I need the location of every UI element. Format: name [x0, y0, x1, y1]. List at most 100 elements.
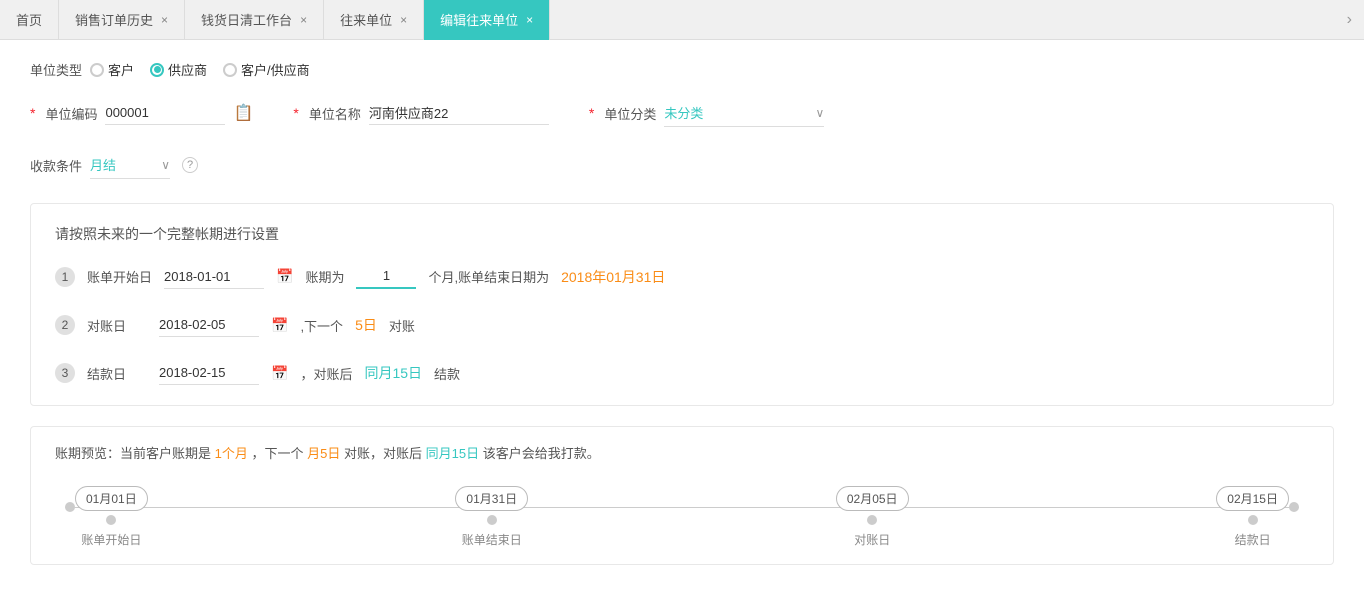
timeline: 01月01日 账单开始日 01月31日 账单结束日 02月05日 对账日 — [55, 486, 1309, 548]
unit-name-label: 单位名称 — [309, 104, 361, 123]
tab-home[interactable]: 首页 — [0, 0, 59, 40]
radio-supplier-label: 供应商 — [168, 60, 207, 79]
preview-suffix: 该客户会给我打款。 — [483, 446, 600, 461]
payment-date-calendar-icon[interactable]: 📅 — [271, 365, 288, 382]
preview-months: 1个月 — [215, 446, 248, 461]
timeline-badge-4: 02月15日 — [1216, 486, 1289, 511]
preview-middle2: 对账，对账后 — [344, 446, 422, 461]
unit-name-star: * — [293, 105, 298, 121]
unit-type-field: 单位类型 客户 供应商 客户/供应商 — [30, 60, 310, 79]
timeline-badge-3: 02月05日 — [836, 486, 909, 511]
timeline-node-1: 01月01日 账单开始日 — [75, 486, 148, 548]
period-label-3: 结款日 — [87, 364, 147, 383]
timeline-label-3: 对账日 — [854, 531, 890, 548]
unit-code-copy-icon[interactable]: 📋 — [233, 103, 253, 123]
timeline-node-3: 02月05日 对账日 — [836, 486, 909, 548]
help-icon[interactable]: ? — [182, 157, 198, 173]
timeline-nodes: 01月01日 账单开始日 01月31日 账单结束日 02月05日 对账日 — [75, 486, 1289, 548]
preview-text: 账期预览：当前客户账期是 1个月 ，下一个 月5日 对账，对账后 同月15日 该… — [55, 443, 1309, 462]
start-date-calendar-icon[interactable]: 📅 — [276, 268, 293, 285]
reconcile-date-calendar-icon[interactable]: 📅 — [271, 317, 288, 334]
close-counterparty[interactable]: × — [400, 13, 407, 27]
end-date-highlight: 2018年01月31日 — [561, 267, 665, 287]
reconcile-day-highlight: 5日 — [355, 315, 377, 335]
tab-bar: 首页 销售订单历史 × 钱货日清工作台 × 往来单位 × 编辑往来单位 × › — [0, 0, 1364, 40]
period-row-num-2: 2 — [55, 315, 75, 335]
unit-info-row: * 单位编码 📋 * 单位名称 * 单位分类 未分类 ∨ — [30, 99, 1334, 127]
unit-type-label: 单位类型 — [30, 60, 82, 79]
timeline-track: 01月01日 账单开始日 01月31日 账单结束日 02月05日 对账日 — [75, 486, 1289, 548]
unit-category-value: 未分类 — [664, 103, 809, 122]
period-label-2: 对账日 — [87, 316, 147, 335]
unit-name-field: * 单位名称 — [293, 101, 548, 125]
unit-category-dropdown[interactable]: 未分类 ∨ — [664, 99, 824, 127]
timeline-node-4: 02月15日 结款日 — [1216, 486, 1289, 548]
timeline-left-dot — [65, 502, 75, 512]
period-row-num-1: 1 — [55, 267, 75, 287]
close-sales-history[interactable]: × — [161, 13, 168, 27]
timeline-badge-2: 01月31日 — [455, 486, 528, 511]
timeline-badge-1: 01月01日 — [75, 486, 148, 511]
radio-group-unit-type: 客户 供应商 客户/供应商 — [90, 60, 310, 79]
timeline-label-4: 结款日 — [1235, 531, 1271, 548]
unit-category-field: * 单位分类 未分类 ∨ — [589, 99, 824, 127]
payment-condition-row: 收款条件 月结 ∨ ? — [30, 151, 1334, 179]
preview-section: 账期预览：当前客户账期是 1个月 ，下一个 月5日 对账，对账后 同月15日 该… — [30, 426, 1334, 565]
close-edit-counterparty[interactable]: × — [526, 13, 533, 27]
unit-category-star: * — [589, 105, 594, 121]
period-row-1: 1 账单开始日 📅 账期为 个月,账单结束日期为 2018年01月31日 — [55, 264, 1309, 289]
payment-condition-value: 月结 — [90, 155, 155, 174]
timeline-right-dot — [1289, 502, 1299, 512]
start-date-input[interactable] — [164, 265, 264, 289]
tab-edit-counterparty[interactable]: 编辑往来单位 × — [424, 0, 550, 40]
preview-middle1: ，下一个 — [252, 446, 304, 461]
preview-reconcile-day: 月5日 — [307, 446, 340, 461]
unit-code-star: * — [30, 105, 35, 121]
radio-customer-label: 客户 — [108, 60, 134, 79]
unit-code-input[interactable] — [105, 101, 225, 125]
timeline-dot-4 — [1248, 515, 1258, 525]
tab-counterparty[interactable]: 往来单位 × — [324, 0, 424, 40]
timeline-label-1: 账单开始日 — [81, 531, 141, 548]
radio-both[interactable]: 客户/供应商 — [223, 60, 310, 79]
period-row-num-3: 3 — [55, 363, 75, 383]
period-desc-middle-1: 个月,账单结束日期为 — [428, 267, 549, 286]
radio-supplier-circle — [150, 63, 164, 77]
chevron-down-icon: ∨ — [816, 106, 825, 120]
period-settings-card: 请按照未来的一个完整帐期进行设置 1 账单开始日 📅 账期为 个月,账单结束日期… — [30, 203, 1334, 406]
payment-day-highlight: 同月15日 — [364, 363, 422, 383]
preview-payment-day: 同月15日 — [426, 446, 479, 461]
main-content: 单位类型 客户 供应商 客户/供应商 * 单位编码 — [0, 40, 1364, 608]
timeline-dot-1 — [106, 515, 116, 525]
payment-desc-2: 结款 — [434, 364, 460, 383]
radio-customer[interactable]: 客户 — [90, 60, 134, 79]
month-count-input[interactable] — [356, 264, 416, 289]
payment-condition-dropdown[interactable]: 月结 ∨ — [90, 151, 170, 179]
tab-more-button[interactable]: › — [1335, 11, 1364, 29]
payment-chevron-icon: ∨ — [161, 158, 170, 172]
tab-cash-work[interactable]: 钱货日清工作台 × — [185, 0, 324, 40]
reconcile-desc-2: 对账 — [389, 316, 415, 335]
period-row-3: 3 结款日 📅 ，对账后 同月15日 结款 — [55, 361, 1309, 385]
reconcile-date-input[interactable] — [159, 313, 259, 337]
period-desc-prefix-1: 账期为 — [305, 267, 344, 286]
radio-supplier[interactable]: 供应商 — [150, 60, 207, 79]
unit-code-label: 单位编码 — [45, 104, 97, 123]
payment-condition-label: 收款条件 — [30, 156, 82, 175]
period-label-1: 账单开始日 — [87, 267, 152, 286]
tab-sales-history[interactable]: 销售订单历史 × — [59, 0, 185, 40]
unit-category-label: 单位分类 — [604, 104, 656, 123]
unit-name-input[interactable] — [369, 101, 549, 125]
payment-date-input[interactable] — [159, 361, 259, 385]
radio-both-label: 客户/供应商 — [241, 60, 310, 79]
timeline-dot-3 — [867, 515, 877, 525]
unit-type-row: 单位类型 客户 供应商 客户/供应商 — [30, 60, 1334, 79]
close-cash-work[interactable]: × — [300, 13, 307, 27]
payment-condition-field: 收款条件 月结 ∨ ? — [30, 151, 198, 179]
timeline-node-2: 01月31日 账单结束日 — [455, 486, 528, 548]
payment-desc-1: ，对账后 — [300, 364, 352, 383]
radio-customer-circle — [90, 63, 104, 77]
timeline-label-2: 账单结束日 — [462, 531, 522, 548]
period-card-title: 请按照未来的一个完整帐期进行设置 — [55, 224, 1309, 244]
period-row-2: 2 对账日 📅 ,下一个 5日 对账 — [55, 313, 1309, 337]
